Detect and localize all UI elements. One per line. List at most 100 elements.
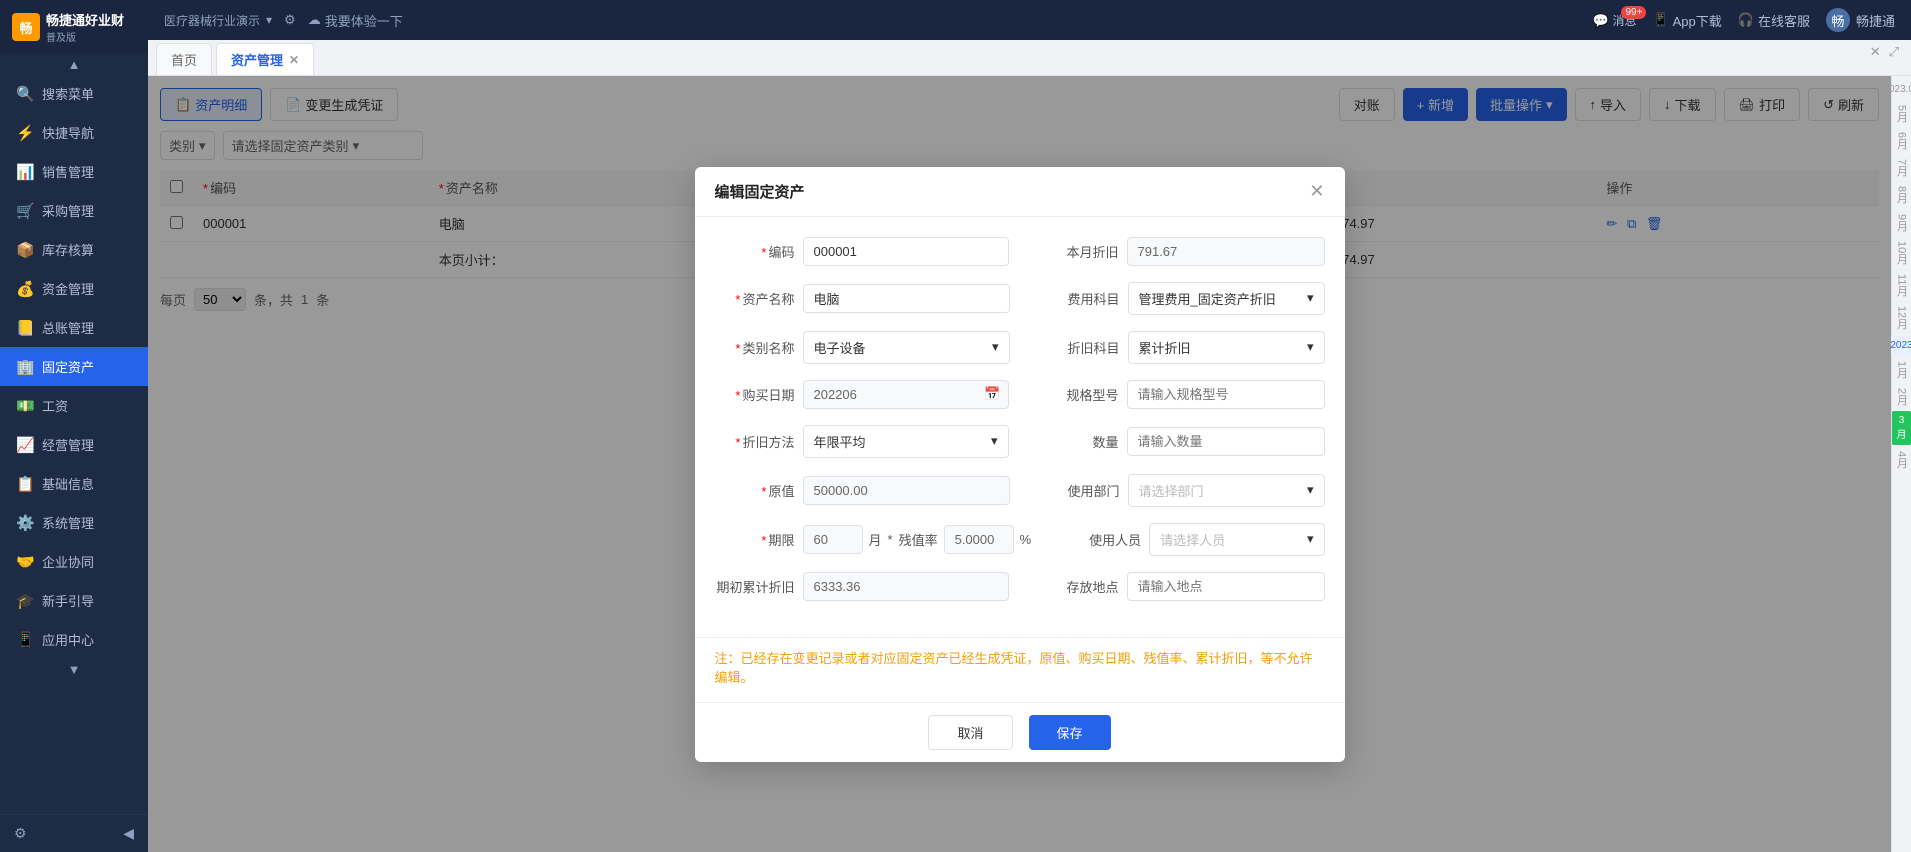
field-dep-account: 折旧科目 累计折旧 ▾ [1030, 331, 1325, 364]
tab-asset-mgmt[interactable]: 资产管理 ✕ [216, 43, 314, 75]
sidebar-logo-title: 畅捷通好业财 [46, 10, 124, 29]
sidebar-item-payroll-label: 工资 [42, 396, 68, 415]
form-row-2: *资产名称 费用科目 管理费用_固定资产折旧 ▾ [715, 282, 1325, 315]
calendar-icon[interactable]: 📅 [984, 386, 1000, 402]
sidebar-scroll-up[interactable]: ▲ [0, 54, 148, 74]
main-area: 医疗器械行业演示 ▾ ⚙ ☁ 我要体验一下 💬 消息 99+ 📱 App下载 🎧… [148, 0, 1911, 852]
sidebar: 畅 畅捷通好业财 普及版 ▲ 🔍 搜索菜单 ⚡ 快捷导航 📊 销售管理 🛒 采购… [0, 0, 148, 852]
monthly-dep-input[interactable] [1127, 237, 1325, 266]
expand-window-icon[interactable]: ⤢ [1889, 44, 1899, 60]
field-spec: 规格型号 [1029, 380, 1325, 409]
tab-home[interactable]: 首页 [156, 43, 212, 75]
dep-method-chevron-icon: ▾ [991, 433, 998, 449]
topbar-message[interactable]: 💬 消息 99+ [1593, 12, 1637, 29]
category-select[interactable]: 电子设备 ▾ [803, 331, 1010, 364]
collapse-icon[interactable]: ◀ [123, 825, 134, 842]
dept-select[interactable]: 请选择部门 ▾ [1128, 474, 1325, 507]
purchase-date-input[interactable] [803, 380, 1009, 409]
month-9[interactable]: 9月 [1894, 210, 1910, 235]
cancel-button[interactable]: 取消 [928, 715, 1012, 750]
expense-account-label: 费用科目 [1030, 289, 1120, 308]
settings-icon[interactable]: ⚙ [14, 825, 27, 842]
sidebar-item-quick-nav[interactable]: ⚡ 快捷导航 [0, 113, 148, 152]
original-value-input[interactable] [803, 476, 1010, 505]
residual-label-inline: 残值率 [899, 530, 938, 549]
month-8[interactable]: 8月 [1894, 182, 1910, 207]
sidebar-scroll-down[interactable]: ▼ [0, 659, 148, 679]
period-input[interactable] [803, 525, 863, 554]
sidebar-item-purchase[interactable]: 🛒 采购管理 [0, 191, 148, 230]
form-row-6: *原值 使用部门 请选择部门 ▾ [715, 474, 1325, 507]
field-dep-method: *折旧方法 年限平均 ▾ [715, 425, 1009, 458]
sidebar-item-operation-label: 经营管理 [42, 435, 94, 454]
initial-dep-input[interactable] [803, 572, 1009, 601]
sidebar-item-inventory[interactable]: 📦 库存核算 [0, 230, 148, 269]
period-unit: 月 [869, 530, 882, 549]
sidebar-item-ledger[interactable]: 📒 总账管理 [0, 308, 148, 347]
topbar-user[interactable]: 畅 畅捷通 [1826, 8, 1895, 32]
save-button[interactable]: 保存 [1029, 715, 1111, 750]
fixed-asset-icon: 🏢 [16, 358, 34, 376]
sidebar-item-operation[interactable]: 📈 经营管理 [0, 425, 148, 464]
sidebar-item-system[interactable]: ⚙️ 系统管理 [0, 503, 148, 542]
topbar-gear-icon[interactable]: ⚙ [284, 12, 296, 28]
guide-icon: 🎓 [16, 592, 34, 610]
month-7[interactable]: 7月 [1894, 155, 1910, 180]
expense-account-select[interactable]: 管理费用_固定资产折旧 ▾ [1128, 282, 1325, 315]
month-2[interactable]: 2月 [1894, 384, 1910, 409]
asset-name-input[interactable] [803, 284, 1010, 313]
modal-close-button[interactable]: ✕ [1309, 181, 1324, 202]
month-11[interactable]: 11月 [1894, 270, 1910, 300]
collab-icon: 🤝 [16, 553, 34, 571]
month-12[interactable]: 12月 [1894, 302, 1910, 333]
month-1[interactable]: 1月 [1894, 357, 1910, 382]
edit-asset-modal: 编辑固定资产 ✕ *编码 [695, 167, 1345, 762]
modal-note: 注：已经存在变更记录或者对应固定资产已经生成凭证，原值、购买日期、残值率、累计折… [695, 637, 1345, 702]
month-5[interactable]: 5月 [1894, 101, 1910, 126]
user-label: 使用人员 [1051, 530, 1141, 549]
sidebar-item-sales[interactable]: 📊 销售管理 [0, 152, 148, 191]
quantity-input[interactable] [1127, 427, 1325, 456]
dep-account-select[interactable]: 累计折旧 ▾ [1128, 331, 1325, 364]
tabbar: 首页 资产管理 ✕ ✕ ⤢ [148, 40, 1911, 76]
initial-dep-label: 期初累计折旧 [715, 577, 795, 596]
modal-overlay[interactable]: 编辑固定资产 ✕ *编码 [148, 76, 1891, 852]
month-10[interactable]: 10月 [1894, 237, 1910, 268]
residual-input[interactable] [944, 525, 1014, 554]
year-2023[interactable]: 2023 [1888, 336, 1911, 355]
sidebar-item-guide[interactable]: 🎓 新手引导 [0, 581, 148, 620]
sidebar-item-app-center[interactable]: 📱 应用中心 [0, 620, 148, 659]
sidebar-item-fund[interactable]: 💰 资金管理 [0, 269, 148, 308]
field-expense-account: 费用科目 管理费用_固定资产折旧 ▾ [1030, 282, 1325, 315]
quick-nav-icon: ⚡ [16, 124, 34, 142]
form-row-3: *类别名称 电子设备 ▾ 折旧科目 [715, 331, 1325, 364]
sidebar-logo-icon: 畅 [12, 13, 40, 41]
dep-method-select[interactable]: 年限平均 ▾ [803, 425, 1009, 458]
close-window-icon[interactable]: ✕ [1870, 44, 1881, 60]
sidebar-bottom: ⚙ ◀ [0, 814, 148, 852]
sidebar-item-fixed-asset-label: 固定资产 [42, 357, 94, 376]
month-6[interactable]: 6月 [1894, 128, 1910, 153]
modal-header: 编辑固定资产 ✕ [695, 167, 1345, 217]
location-input[interactable] [1127, 572, 1325, 601]
code-input[interactable] [803, 237, 1009, 266]
user-select[interactable]: 请选择人员 ▾ [1149, 523, 1324, 556]
sidebar-item-base-info[interactable]: 📋 基础信息 [0, 464, 148, 503]
spec-input[interactable] [1127, 380, 1325, 409]
avatar: 畅 [1826, 8, 1850, 32]
monthly-dep-label: 本月折旧 [1029, 242, 1119, 261]
topbar-cloud: ☁ 我要体验一下 [308, 11, 403, 30]
sidebar-item-collab[interactable]: 🤝 企业协同 [0, 542, 148, 581]
sidebar-item-fixed-asset[interactable]: 🏢 固定资产 [0, 347, 148, 386]
app-download-icon: 📱 [1652, 12, 1668, 28]
modal-title: 编辑固定资产 [715, 181, 805, 202]
field-purchase-date: *购买日期 📅 [715, 380, 1009, 409]
topbar-online-service[interactable]: 🎧 在线客服 [1738, 11, 1810, 30]
sidebar-item-payroll[interactable]: 💵 工资 [0, 386, 148, 425]
topbar-app-download[interactable]: 📱 App下载 [1652, 11, 1721, 30]
sidebar-item-search[interactable]: 🔍 搜索菜单 [0, 74, 148, 113]
topbar-app-name: 医疗器械行业演示 ▾ [164, 12, 272, 29]
month-4[interactable]: 4月 [1894, 447, 1910, 472]
tab-close-asset-mgmt[interactable]: ✕ [289, 53, 299, 67]
month-3-current[interactable]: 3月 [1892, 411, 1911, 445]
